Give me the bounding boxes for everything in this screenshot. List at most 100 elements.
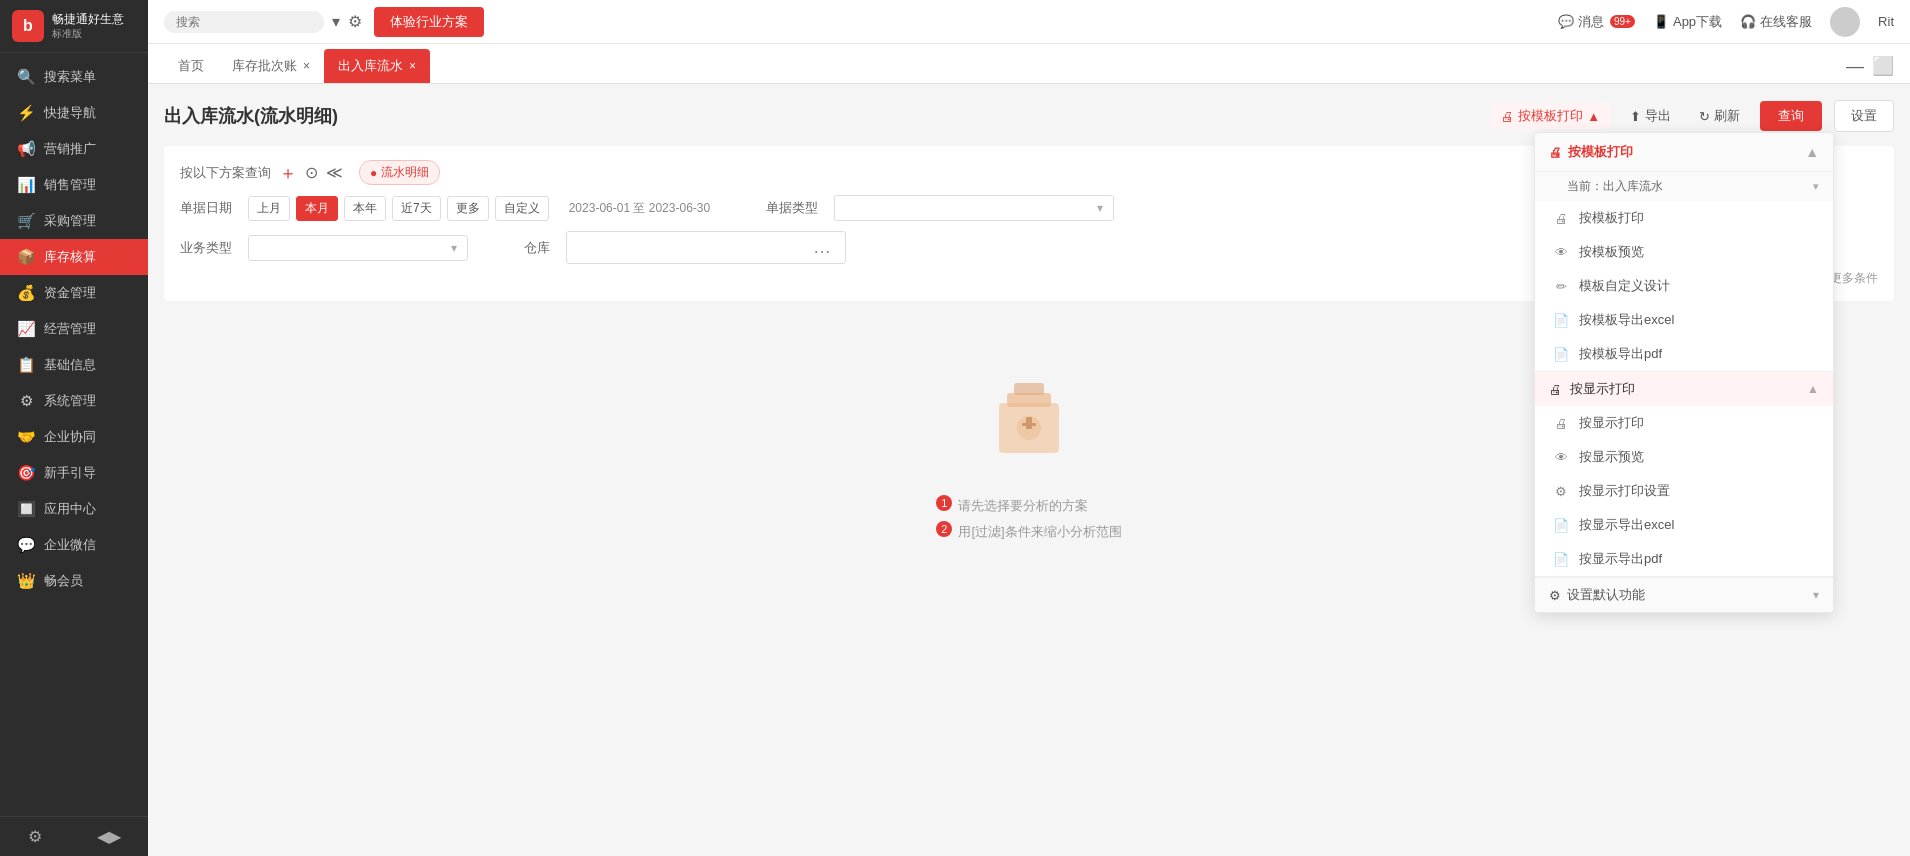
message-label: 消息 <box>1578 13 1604 31</box>
chevron-down-icon[interactable]: ▾ <box>332 12 340 31</box>
export-button[interactable]: ⬆ 导出 <box>1622 103 1679 129</box>
sidebar-item-sales[interactable]: 📊 销售管理 <box>0 167 148 203</box>
template-design-item[interactable]: ✏ 模板自定义设计 <box>1535 269 1833 303</box>
template-print-item[interactable]: 🖨 按模板打印 <box>1535 201 1833 235</box>
sidebar-item-member[interactable]: 👑 畅会员 <box>0 563 148 599</box>
template-export-excel-item[interactable]: 📄 按模板导出excel <box>1535 303 1833 337</box>
settings-bottom-icon[interactable]: ⚙ <box>28 827 42 846</box>
app-download-item[interactable]: 📱 App下载 <box>1653 13 1722 31</box>
sidebar-bottom: ⚙ ◀▶ <box>0 816 148 856</box>
sidebar-item-label: 应用中心 <box>44 500 96 518</box>
customer-service-item[interactable]: 🎧 在线客服 <box>1740 13 1812 31</box>
tab-home[interactable]: 首页 <box>164 49 218 83</box>
warehouse-select[interactable]: … <box>566 231 846 264</box>
date-more-button[interactable]: 更多 <box>447 196 489 221</box>
wechat-icon: 💬 <box>16 536 36 554</box>
date-7days-button[interactable]: 近7天 <box>392 196 441 221</box>
tab-label: 出入库流水 <box>338 57 403 75</box>
business-type-select[interactable]: ▾ <box>248 235 468 261</box>
template-export-pdf-item[interactable]: 📄 按模板导出pdf <box>1535 337 1833 371</box>
printer-active-icon: 🖨 <box>1549 382 1562 397</box>
sidebar-item-wechat[interactable]: 💬 企业微信 <box>0 527 148 563</box>
customer-service-label: 在线客服 <box>1760 13 1812 31</box>
filter-collapse-icon[interactable]: ≪ <box>326 163 343 182</box>
empty-hints: 1 请先选择要分析的方案 2 用[过滤]条件来缩小分析范围 <box>936 493 1121 545</box>
cart-icon: 🛒 <box>16 212 36 230</box>
date-last-month-button[interactable]: 上月 <box>248 196 290 221</box>
display-export-excel-item[interactable]: 📄 按显示导出excel <box>1535 508 1833 542</box>
tab-stock-flow[interactable]: 出入库流水 × <box>324 49 430 83</box>
sidebar-item-system[interactable]: ⚙ 系统管理 <box>0 383 148 419</box>
sidebar-item-label: 系统管理 <box>44 392 96 410</box>
close-tab-icon[interactable]: × <box>303 59 310 73</box>
close-tab-icon[interactable]: × <box>409 59 416 73</box>
trending-icon: 📈 <box>16 320 36 338</box>
voucher-type-arrow-icon: ▾ <box>1097 201 1103 215</box>
display-print-item[interactable]: 🖨 按显示打印 <box>1535 406 1833 440</box>
collapse-sidebar-icon[interactable]: ◀▶ <box>97 827 121 846</box>
search-input[interactable] <box>164 11 324 33</box>
print-template-button[interactable]: 🖨 按模板打印 ▲ <box>1491 103 1610 129</box>
export-icon: ⬆ <box>1630 109 1641 124</box>
date-this-year-button[interactable]: 本年 <box>344 196 386 221</box>
add-condition-icon[interactable]: ＋ <box>279 161 297 185</box>
template-preview-item[interactable]: 👁 按模板预览 <box>1535 235 1833 269</box>
trial-button[interactable]: 体验行业方案 <box>374 7 484 37</box>
refresh-button[interactable]: ↻ 刷新 <box>1691 103 1748 129</box>
query-button[interactable]: 查询 <box>1760 101 1822 131</box>
app-version: 标准版 <box>52 27 124 40</box>
gear-icon: ⚙ <box>1551 484 1571 499</box>
menu-item-label: 按模板预览 <box>1579 243 1644 261</box>
sidebar-item-enterprise[interactable]: 🤝 企业协同 <box>0 419 148 455</box>
filter-settings-icon[interactable]: ⊙ <box>305 163 318 182</box>
display-export-pdf-item[interactable]: 📄 按显示导出pdf <box>1535 542 1833 576</box>
maximize-icon[interactable]: ⬜ <box>1872 55 1894 77</box>
avatar[interactable] <box>1830 7 1860 37</box>
sidebar-item-marketing[interactable]: 📢 营销推广 <box>0 131 148 167</box>
date-this-month-button[interactable]: 本月 <box>296 196 338 221</box>
dropdown-set-default[interactable]: ⚙ 设置默认功能 ▾ <box>1535 577 1833 612</box>
sidebar-item-basic[interactable]: 📋 基础信息 <box>0 347 148 383</box>
display-print-settings-item[interactable]: ⚙ 按显示打印设置 <box>1535 474 1833 508</box>
sidebar-item-finance[interactable]: 💰 资金管理 <box>0 275 148 311</box>
topbar: ▾ ⚙ 体验行业方案 💬 消息 99+ 📱 App下载 🎧 在线客服 Rit <box>148 0 1910 44</box>
empty-hint-1: 1 请先选择要分析的方案 <box>936 493 1121 519</box>
dropdown-current-template[interactable]: 当前：出入库流水 ▾ <box>1535 172 1833 201</box>
sidebar-item-label: 企业协同 <box>44 428 96 446</box>
app-icon: 📱 <box>1653 14 1669 29</box>
settings-button[interactable]: 设置 <box>1834 100 1894 132</box>
sidebar-item-search[interactable]: 🔍 搜索菜单 <box>0 59 148 95</box>
dropdown-header: 🖨 按模板打印 ▲ <box>1535 133 1833 172</box>
date-custom-button[interactable]: 自定义 <box>495 196 549 221</box>
empty-hint-2: 2 用[过滤]条件来缩小分析范围 <box>936 519 1121 545</box>
display-print-section: 🖨 按显示打印 ▲ 🖨 按显示打印 👁 按显 <box>1535 372 1833 577</box>
chevron-up-icon: ▲ <box>1587 109 1600 124</box>
print-dropdown: 🖨 按模板打印 ▲ 当前：出入库流水 ▾ 🖨 <box>1534 132 1834 613</box>
tabs-bar: 首页 库存批次账 × 出入库流水 × — ⬜ <box>148 44 1910 84</box>
display-preview-item[interactable]: 👁 按显示预览 <box>1535 440 1833 474</box>
printer-icon: 🖨 <box>1551 416 1571 431</box>
warehouse-more-icon[interactable]: … <box>809 237 835 258</box>
sidebar-item-guide[interactable]: 🎯 新手引导 <box>0 455 148 491</box>
display-print-section-header[interactable]: 🖨 按显示打印 ▲ <box>1535 372 1833 406</box>
tab-inventory-batch[interactable]: 库存批次账 × <box>218 49 324 83</box>
set-default-label: 设置默认功能 <box>1567 586 1645 604</box>
sidebar-item-quicknav[interactable]: ⚡ 快捷导航 <box>0 95 148 131</box>
voucher-type-select[interactable]: ▾ <box>834 195 1114 221</box>
sidebar-nav: 🔍 搜索菜单 ⚡ 快捷导航 📢 营销推广 📊 销售管理 🛒 采购管理 📦 库存核… <box>0 53 148 816</box>
sidebar-item-operation[interactable]: 📈 经营管理 <box>0 311 148 347</box>
pdf-icon: 📄 <box>1551 552 1571 567</box>
hint1-text: 请先选择要分析的方案 <box>958 493 1088 519</box>
menu-item-label: 按显示打印 <box>1579 414 1644 432</box>
money-icon: 💰 <box>16 284 36 302</box>
date-range-text: 2023-06-01 至 2023-06-30 <box>569 200 710 217</box>
sidebar-item-appcenter[interactable]: 🔲 应用中心 <box>0 491 148 527</box>
sidebar-item-inventory[interactable]: 📦 库存核算 <box>0 239 148 275</box>
sidebar-item-label: 畅会员 <box>44 572 83 590</box>
filter-tag-detail[interactable]: ● 流水明细 <box>359 160 440 185</box>
settings-topbar-icon[interactable]: ⚙ <box>348 12 362 31</box>
minimize-icon[interactable]: — <box>1846 56 1864 77</box>
message-item[interactable]: 💬 消息 99+ <box>1558 13 1635 31</box>
sidebar-item-purchase[interactable]: 🛒 采购管理 <box>0 203 148 239</box>
tabs-right-actions: — ⬜ <box>1846 55 1894 83</box>
